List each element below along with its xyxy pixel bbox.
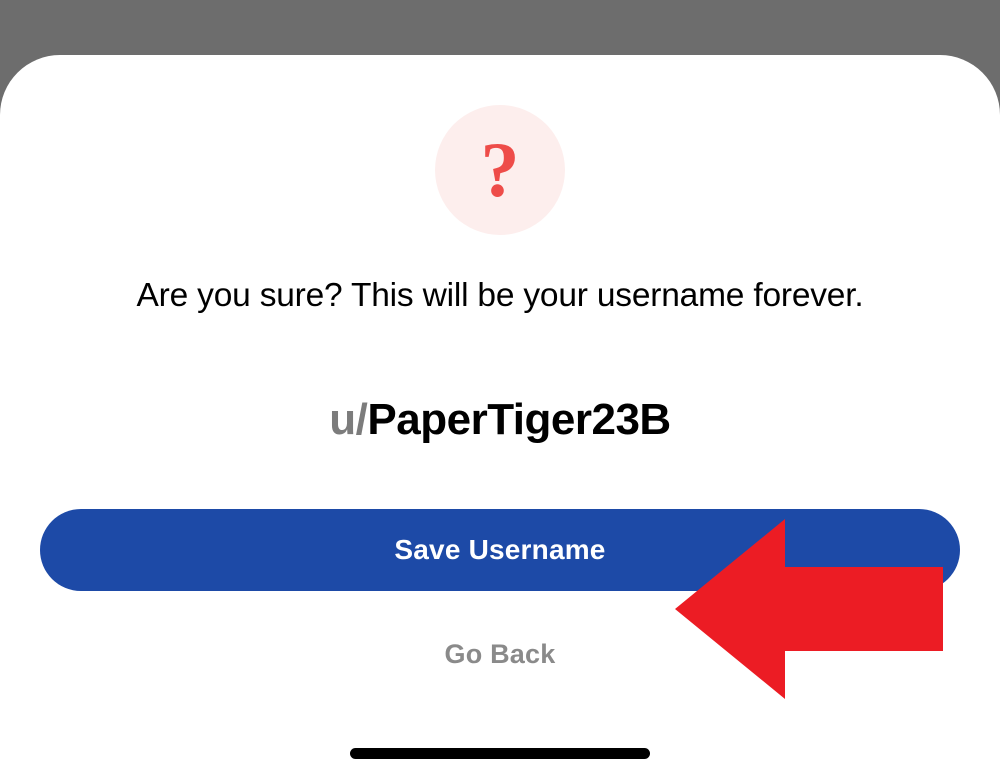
username-value: PaperTiger23B [367,395,670,444]
go-back-label: Go Back [445,639,556,669]
confirmation-sheet: ? Are you sure? This will be your userna… [0,55,1000,773]
confirmation-prompt: Are you sure? This will be your username… [97,277,904,315]
save-username-label: Save Username [394,534,605,566]
home-indicator [350,748,650,759]
go-back-button[interactable]: Go Back [445,639,556,670]
question-icon-container: ? [435,105,565,235]
question-icon: ? [481,131,520,209]
username-display: u/PaperTiger23B [329,395,670,445]
username-prefix: u/ [329,395,367,444]
save-username-button[interactable]: Save Username [40,509,960,591]
